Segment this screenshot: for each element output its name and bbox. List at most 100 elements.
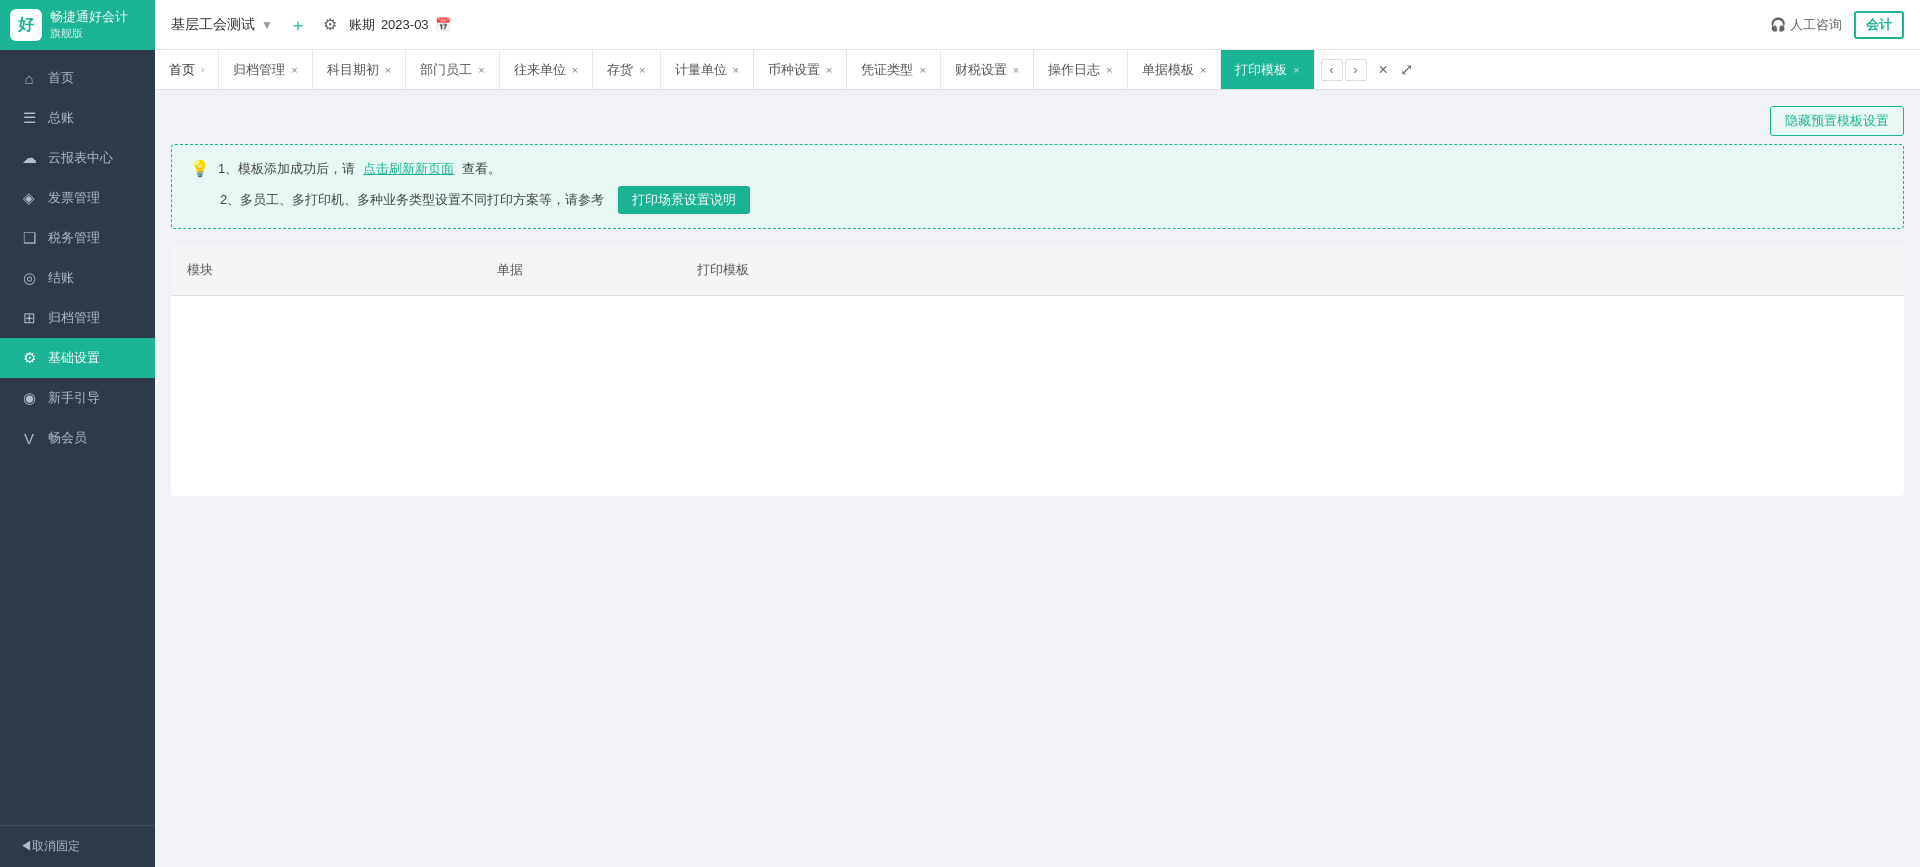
hide-template-btn-container: 隐藏预置模板设置: [171, 106, 1904, 136]
tab-operation-log-close-icon[interactable]: ×: [1106, 64, 1112, 76]
tabs-nav-buttons: ‹ ›: [1315, 59, 1373, 81]
tab-currency[interactable]: 币种设置 ×: [754, 50, 847, 89]
sidebar-item-invoice-label: 发票管理: [48, 189, 100, 207]
sidebar-item-archive[interactable]: ⊞ 归档管理: [0, 298, 155, 338]
company-name: 基层工会测试: [171, 16, 255, 34]
tab-voucher-type-close-icon[interactable]: ×: [919, 64, 925, 76]
sidebar-item-reports[interactable]: ☁ 云报表中心: [0, 138, 155, 178]
tab-voucher-type[interactable]: 凭证类型 ×: [847, 50, 940, 89]
close-all-tabs-button[interactable]: ×: [1373, 61, 1394, 79]
sidebar-item-settings[interactable]: ⚙ 基础设置: [0, 338, 155, 378]
tab-home-breadcrumb-icon: ›: [201, 64, 204, 75]
unpin-button[interactable]: ◀取消固定: [0, 825, 155, 867]
print-template-table: 模块 单据 打印模板: [171, 245, 1904, 496]
settings-icon: ⚙: [20, 349, 38, 367]
reports-icon: ☁: [20, 149, 38, 167]
tab-single-template-close-icon[interactable]: ×: [1200, 64, 1206, 76]
tab-print-template-close-icon[interactable]: ×: [1293, 64, 1299, 76]
tabs-next-button[interactable]: ›: [1345, 59, 1367, 81]
calendar-icon[interactable]: 📅: [435, 17, 451, 32]
add-tab-button[interactable]: ＋: [285, 13, 311, 37]
sidebar-item-close[interactable]: ◎ 结账: [0, 258, 155, 298]
home-icon: ⌂: [20, 70, 38, 87]
col-header-template: 打印模板: [681, 255, 1904, 285]
main-area: 基层工会测试 ▼ ＋ ⚙ 账期 2023-03 📅 🎧 人工咨询 会计 首页 ›…: [155, 0, 1920, 867]
tab-single-template[interactable]: 单据模板 ×: [1128, 50, 1221, 89]
tab-department[interactable]: 部门员工 ×: [406, 50, 499, 89]
tab-home-label: 首页: [169, 61, 195, 79]
sidebar-item-guide-label: 新手引导: [48, 389, 100, 407]
expand-tabs-button[interactable]: ⤢: [1394, 60, 1419, 79]
topbar-right: 🎧 人工咨询 会计: [1770, 11, 1904, 39]
tab-currency-close-icon[interactable]: ×: [826, 64, 832, 76]
col-header-single: 单据: [481, 255, 681, 285]
logo-title: 畅捷通好会计: [50, 9, 128, 26]
period-value: 2023-03: [381, 17, 429, 32]
kuaiji-button[interactable]: 会计: [1854, 11, 1904, 39]
sidebar-item-settings-label: 基础设置: [48, 349, 100, 367]
tax-icon: ❑: [20, 229, 38, 247]
unpin-label: ◀取消固定: [20, 838, 80, 855]
print-scene-button[interactable]: 打印场景设置说明: [618, 186, 750, 214]
tab-partner-close-icon[interactable]: ×: [572, 64, 578, 76]
table-header: 模块 单据 打印模板: [171, 245, 1904, 296]
bulb-icon: 💡: [190, 159, 210, 178]
sidebar-item-member[interactable]: V 畅会员: [0, 418, 155, 458]
notice-refresh-link[interactable]: 点击刷新新页面: [363, 160, 454, 178]
tabs-prev-button[interactable]: ‹: [1321, 59, 1343, 81]
hide-preset-template-button[interactable]: 隐藏预置模板设置: [1770, 106, 1904, 136]
tab-department-label: 部门员工: [420, 61, 472, 79]
company-selector[interactable]: 基层工会测试 ▼: [171, 16, 273, 34]
archive-icon: ⊞: [20, 309, 38, 327]
tab-unit-label: 计量单位: [675, 61, 727, 79]
tab-unit[interactable]: 计量单位 ×: [661, 50, 754, 89]
logo-text-container: 畅捷通好会计 旗舰版: [50, 9, 128, 41]
sidebar-item-invoice[interactable]: ◈ 发票管理: [0, 178, 155, 218]
tab-home[interactable]: 首页 ›: [155, 50, 219, 89]
sidebar-item-ledger-label: 总账: [48, 109, 74, 127]
topbar: 基层工会测试 ▼ ＋ ⚙ 账期 2023-03 📅 🎧 人工咨询 会计: [155, 0, 1920, 50]
sidebar-item-close-label: 结账: [48, 269, 74, 287]
tab-department-close-icon[interactable]: ×: [478, 64, 484, 76]
sidebar: 好 畅捷通好会计 旗舰版 ⌂ 首页 ☰ 总账 ☁ 云报表中心 ◈ 发票管理 ❑ …: [0, 0, 155, 867]
tab-tax-settings-close-icon[interactable]: ×: [1013, 64, 1019, 76]
period-display: 账期 2023-03 📅: [349, 16, 451, 34]
sidebar-logo: 好 畅捷通好会计 旗舰版: [0, 0, 155, 50]
sidebar-item-guide[interactable]: ◉ 新手引导: [0, 378, 155, 418]
tab-subject[interactable]: 科目期初 ×: [313, 50, 406, 89]
notice-row-1: 💡 1、模板添加成功后，请 点击刷新新页面 查看。: [190, 159, 1885, 178]
tab-partner[interactable]: 往来单位 ×: [500, 50, 593, 89]
tab-operation-log[interactable]: 操作日志 ×: [1034, 50, 1127, 89]
headset-icon: 🎧: [1770, 17, 1786, 32]
tab-print-template[interactable]: 打印模板 ×: [1221, 50, 1314, 89]
tab-inventory-close-icon[interactable]: ×: [639, 64, 645, 76]
tab-archive-mgmt[interactable]: 归档管理 ×: [219, 50, 312, 89]
table-body-empty: [171, 296, 1904, 496]
service-label: 人工咨询: [1790, 16, 1842, 34]
sidebar-nav: ⌂ 首页 ☰ 总账 ☁ 云报表中心 ◈ 发票管理 ❑ 税务管理 ◎ 结账 ⊞ 归…: [0, 50, 155, 825]
tab-voucher-type-label: 凭证类型: [861, 61, 913, 79]
sidebar-item-tax[interactable]: ❑ 税务管理: [0, 218, 155, 258]
tab-archive-mgmt-label: 归档管理: [233, 61, 285, 79]
sidebar-item-home[interactable]: ⌂ 首页: [0, 58, 155, 98]
logo-icon: 好: [10, 9, 42, 41]
guide-icon: ◉: [20, 389, 38, 407]
tab-archive-mgmt-close-icon[interactable]: ×: [291, 64, 297, 76]
invoice-icon: ◈: [20, 189, 38, 207]
tab-inventory[interactable]: 存货 ×: [593, 50, 660, 89]
tab-unit-close-icon[interactable]: ×: [733, 64, 739, 76]
service-button[interactable]: 🎧 人工咨询: [1770, 16, 1842, 34]
logo-sub: 旗舰版: [50, 26, 128, 41]
notice-box: 💡 1、模板添加成功后，请 点击刷新新页面 查看。 2、多员工、多打印机、多种业…: [171, 144, 1904, 229]
tab-tax-settings[interactable]: 财税设置 ×: [941, 50, 1034, 89]
period-label: 账期: [349, 16, 375, 34]
sidebar-item-ledger[interactable]: ☰ 总账: [0, 98, 155, 138]
tab-subject-close-icon[interactable]: ×: [385, 64, 391, 76]
company-arrow-icon: ▼: [261, 18, 273, 32]
member-icon: V: [20, 430, 38, 447]
content-area: 隐藏预置模板设置 💡 1、模板添加成功后，请 点击刷新新页面 查看。 2、多员工…: [155, 90, 1920, 867]
tab-single-template-label: 单据模板: [1142, 61, 1194, 79]
settings-gear-icon[interactable]: ⚙: [323, 15, 337, 34]
col-header-module: 模块: [171, 255, 481, 285]
tab-inventory-label: 存货: [607, 61, 633, 79]
